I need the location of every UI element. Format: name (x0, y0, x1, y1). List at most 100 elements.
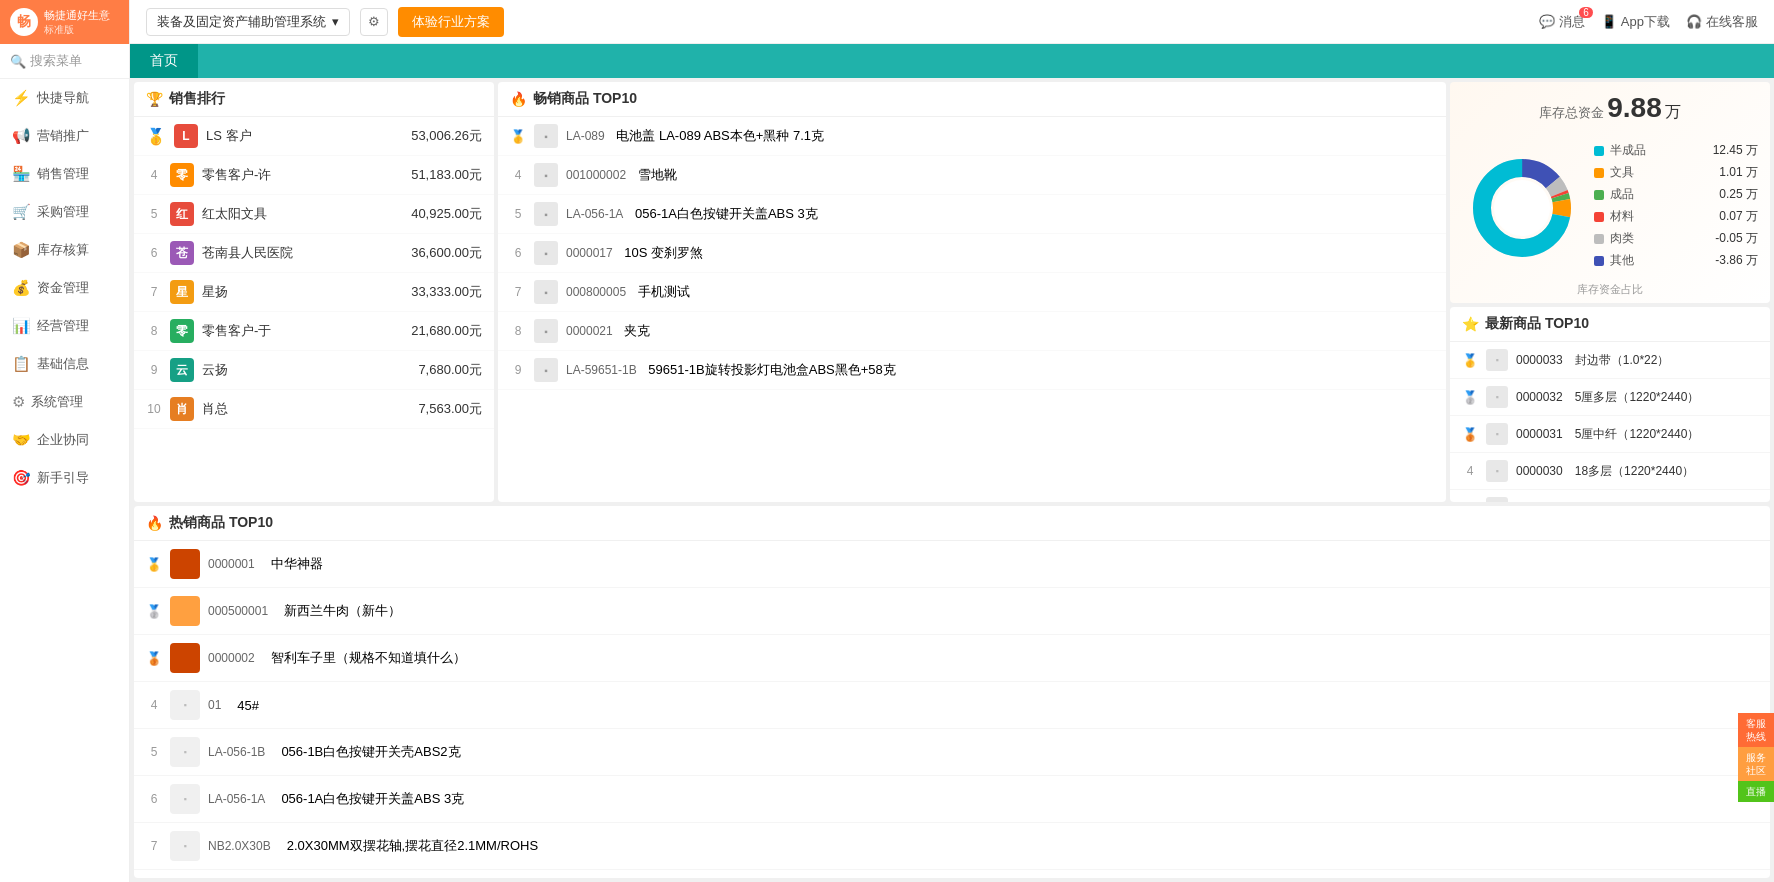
medal-icon: 🥇 (146, 557, 162, 572)
product-info: LA-089 电池盖 LA-089 ABS本色+黑种 7.1克 (566, 127, 1434, 145)
sidebar-item-inventory[interactable]: 📦 库存核算 (0, 231, 129, 269)
sidebar-item-guide[interactable]: 🎯 新手引导 (0, 459, 129, 497)
legend-item: 其他 -3.86 万 (1594, 252, 1758, 269)
product-info: LA-59651-1B 59651-1B旋转投影灯电池盒ABS黑色+58克 (566, 361, 1434, 379)
customer-avatar: 星 (170, 280, 194, 304)
header-right: 💬 消息 6 📱 App下载 🎧 在线客服 (1539, 13, 1758, 31)
product-img (170, 596, 200, 626)
logo-text: 畅捷通好生意 标准版 (44, 8, 110, 35)
product-img: ▪ (1486, 423, 1508, 445)
customer-avatar: 肖 (170, 397, 194, 421)
list-item: 7 ▪ NB2.0X30B 2.0X30MM双摆花轴,摆花直径2.1MM/ROH… (134, 823, 1770, 870)
product-info: 000800005 手机测试 (566, 283, 1434, 301)
search-icon: 🔍 (10, 54, 26, 69)
top-section: 🏆 销售排行 🥇 L LS 客户 53,006.26元 4 (134, 82, 1770, 502)
list-item: 🥈 000500001 新西兰牛肉（新牛） (134, 588, 1770, 635)
settings-button[interactable]: ⚙ (360, 8, 388, 36)
newest-products-header: ⭐ 最新商品 TOP10 (1450, 307, 1770, 342)
hotline-button[interactable]: 客服热线 (1738, 713, 1774, 747)
list-item: 🥉 ▪ 0000031 5厘中纤（1220*2440） (1450, 416, 1770, 453)
list-item: 🥇 ▪ LA-089 电池盖 LA-089 ABS本色+黑种 7.1克 (498, 117, 1446, 156)
legend-dot (1594, 234, 1604, 244)
product-img: ▪ (1486, 386, 1508, 408)
chevron-down-icon: ▾ (332, 14, 339, 29)
sidebar-item-system[interactable]: ⚙ 系统管理 (0, 383, 129, 421)
system-icon: ⚙ (12, 393, 25, 411)
message-icon: 💬 (1539, 14, 1555, 29)
sales-icon: 🏪 (12, 165, 31, 183)
nav-list: ⚡ 快捷导航 📢 营销推广 🏪 销售管理 🛒 采购管理 📦 库存核算 💰 资金管… (0, 79, 129, 882)
legend-dot (1594, 168, 1604, 178)
list-item: 7 星 星扬 33,333.00元 (134, 273, 494, 312)
legend-item: 半成品 12.45 万 (1594, 142, 1758, 159)
product-img (170, 549, 200, 579)
sidebar-item-sales[interactable]: 🏪 销售管理 (0, 155, 129, 193)
inventory-total: 库存总资金 9.88 万 (1450, 82, 1770, 134)
customer-avatar: 零 (170, 319, 194, 343)
list-item: 10 肖 肖总 7,563.00元 (134, 390, 494, 429)
sidebar-item-purchase[interactable]: 🛒 采购管理 (0, 193, 129, 231)
legend-dot (1594, 256, 1604, 266)
medal-icon: 🥇 (1462, 353, 1478, 368)
svg-point-7 (1494, 180, 1550, 236)
top-customers-panel: 🏆 销售排行 🥇 L LS 客户 53,006.26元 4 (134, 82, 494, 502)
newest-products-list: 🥇 ▪ 0000033 封边带（1.0*22） 🥈 ▪ 0000032 5厘多层… (1450, 342, 1770, 502)
community-button[interactable]: 服务社区 (1738, 747, 1774, 781)
sidebar-item-collab[interactable]: 🤝 企业协同 (0, 421, 129, 459)
list-item: 5 ▪ LA-056-1B 056-1B白色按键开关壳ABS2克 (134, 729, 1770, 776)
product-info: 0000017 10S 变刹罗煞 (566, 244, 1434, 262)
list-item: 🥉 0000002 智利车子里（规格不知道填什么） (134, 635, 1770, 682)
list-item: 6 苍 苍南县人民医院 36,600.00元 (134, 234, 494, 273)
list-item: 6 ▪ 0000017 10S 变刹罗煞 (498, 234, 1446, 273)
search-menu[interactable]: 🔍 搜索菜单 (0, 44, 129, 79)
flame-icon: 🔥 (146, 515, 163, 531)
product-img: ▪ (534, 358, 558, 382)
legend-dot (1594, 190, 1604, 200)
phone-icon: 📱 (1601, 14, 1617, 29)
product-img: ▪ (534, 241, 558, 265)
medal-icon: 🥈 (1462, 390, 1478, 405)
system-selector[interactable]: 装备及固定资产辅助管理系统 ▾ (146, 8, 350, 36)
legend-item: 文具 1.01 万 (1594, 164, 1758, 181)
medal-icon: 🥉 (146, 651, 162, 666)
collab-icon: 🤝 (12, 431, 31, 449)
medal-icon: 🥈 (146, 604, 162, 619)
hot-products-header: 🔥 热销商品 TOP10 (134, 506, 1770, 541)
newest-products-panel: ⭐ 最新商品 TOP10 🥇 ▪ 0000033 封边带（1.0*22） 🥈 (1450, 307, 1770, 502)
sidebar-item-marketing[interactable]: 📢 营销推广 (0, 117, 129, 155)
online-service-button[interactable]: 🎧 在线客服 (1686, 13, 1758, 31)
shortcuts-icon: ⚡ (12, 89, 31, 107)
live-button[interactable]: 直播 (1738, 781, 1774, 802)
product-info: 0000021 夹克 (566, 322, 1434, 340)
legend-item: 成品 0.25 万 (1594, 186, 1758, 203)
list-item: 7 ▪ 000800005 手机测试 (498, 273, 1446, 312)
app-download-button[interactable]: 📱 App下载 (1601, 13, 1670, 31)
medal-icon: 🥇 (146, 127, 166, 146)
sidebar-item-operations[interactable]: 📊 经营管理 (0, 307, 129, 345)
customer-avatar: 苍 (170, 241, 194, 265)
top-sold-header: 🔥 畅销商品 TOP10 (498, 82, 1446, 117)
message-button[interactable]: 💬 消息 6 (1539, 13, 1585, 31)
legend-item: 肉类 -0.05 万 (1594, 230, 1758, 247)
customer-list: 🥇 L LS 客户 53,006.26元 4 零 零售客户-许 51,183.0… (134, 117, 494, 429)
product-img: ▪ (1486, 349, 1508, 371)
top-customers-header: 🏆 销售排行 (134, 82, 494, 117)
chart-label: 库存资金占比 (1450, 282, 1770, 303)
customer-avatar: 红 (170, 202, 194, 226)
list-item: 9 ▪ LA-59651-1B 59651-1B旋转投影灯电池盒ABS黑色+58… (498, 351, 1446, 390)
purchase-icon: 🛒 (12, 203, 31, 221)
breadcrumb-home[interactable]: 首页 (130, 44, 198, 78)
legend-dot (1594, 146, 1604, 156)
list-item: 🥇 0000001 中华神器 (134, 541, 1770, 588)
sidebar-item-finance[interactable]: 💰 资金管理 (0, 269, 129, 307)
sidebar-item-shortcuts[interactable]: ⚡ 快捷导航 (0, 79, 129, 117)
sidebar-item-basic-info[interactable]: 📋 基础信息 (0, 345, 129, 383)
top-header: 装备及固定资产辅助管理系统 ▾ ⚙ 体验行业方案 💬 消息 6 📱 App下载 … (130, 0, 1774, 44)
list-item: 4 ▪ 0000030 18多层（1220*2440） (1450, 453, 1770, 490)
hot-products-panel: 🔥 热销商品 TOP10 🥇 0000001 中华神器 🥈 (134, 506, 1770, 878)
list-item: 6 ▪ LA-056-1A 056-1A白色按键开关盖ABS 3克 (134, 776, 1770, 823)
trial-button[interactable]: 体验行业方案 (398, 7, 504, 37)
basic-info-icon: 📋 (12, 355, 31, 373)
product-info: 001000002 雪地靴 (566, 166, 1434, 184)
customer-avatar: 云 (170, 358, 194, 382)
